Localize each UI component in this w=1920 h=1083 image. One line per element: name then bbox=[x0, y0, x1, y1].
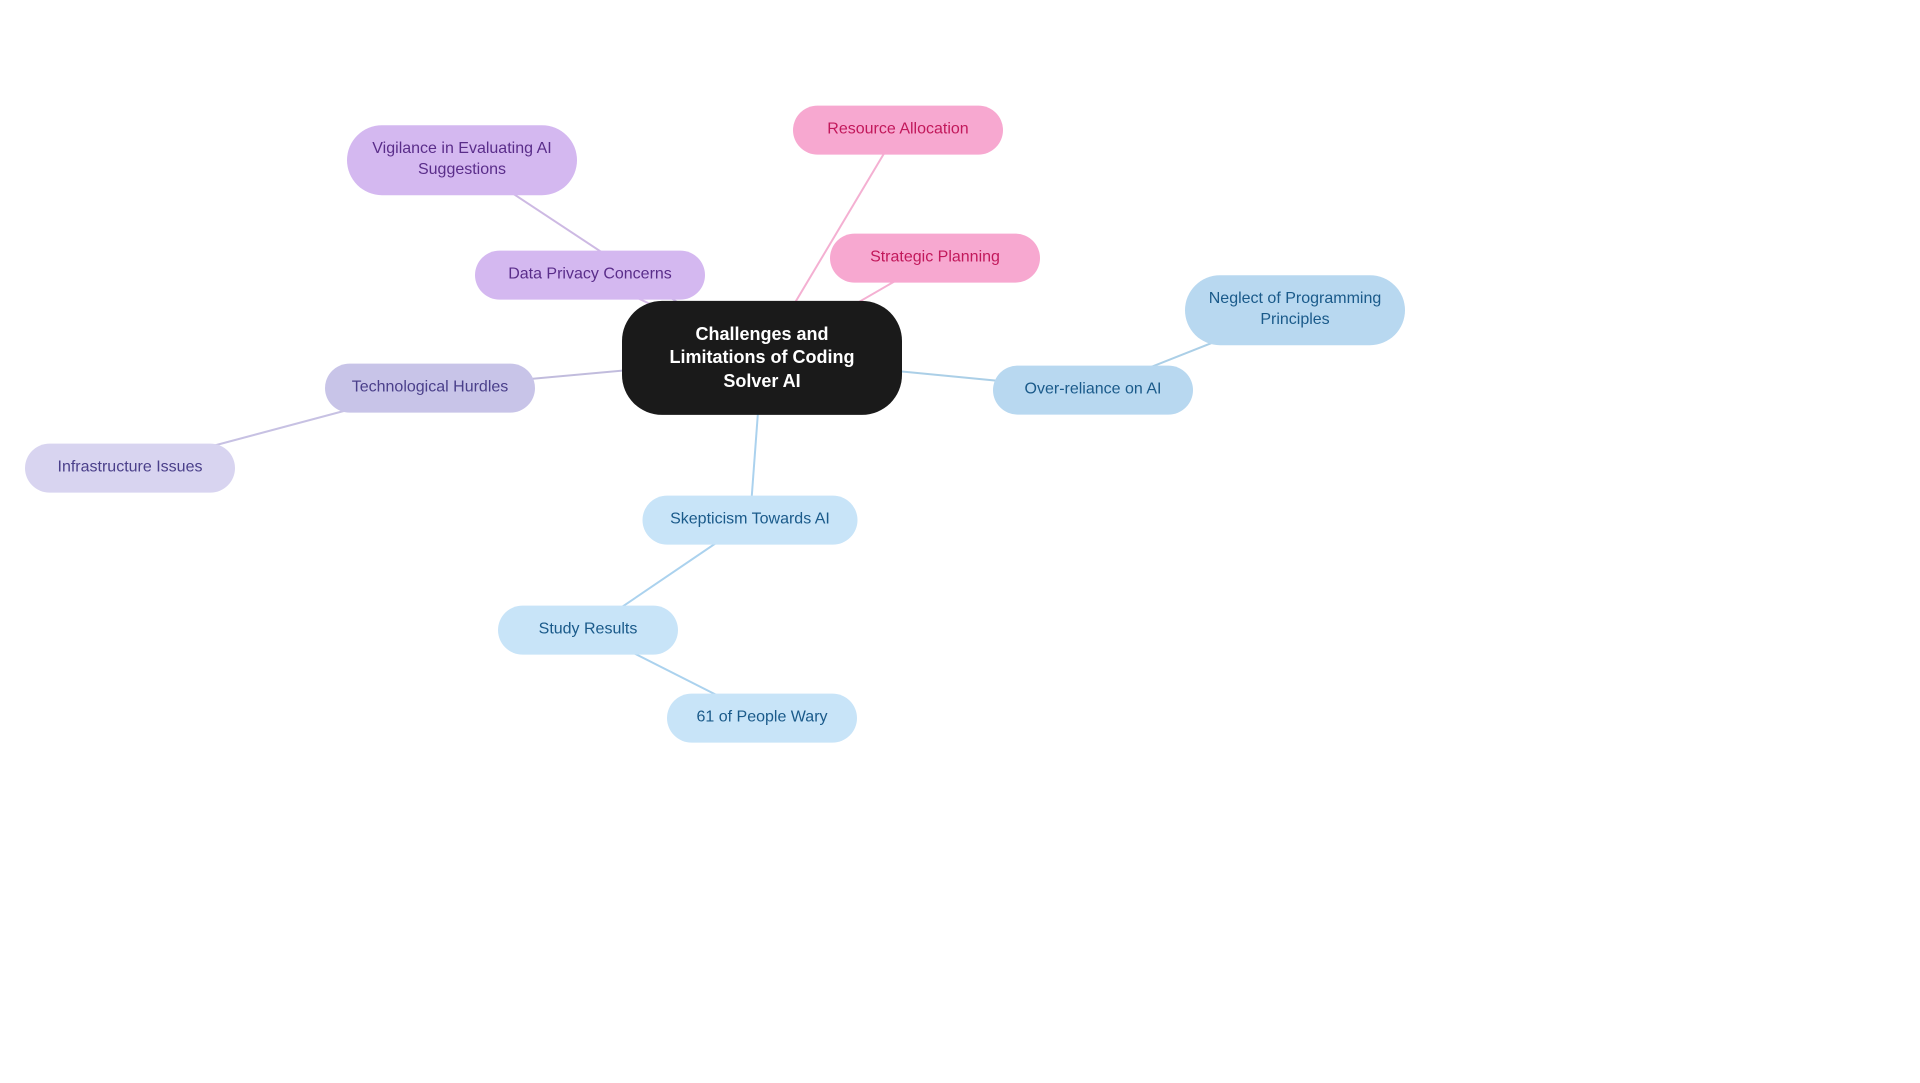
node-people-wary[interactable]: 61 of People Wary bbox=[667, 694, 857, 743]
node-data-privacy[interactable]: Data Privacy Concerns bbox=[475, 251, 705, 300]
node-study-results[interactable]: Study Results bbox=[498, 606, 678, 655]
center-node[interactable]: Challenges and Limitations of Coding Sol… bbox=[622, 301, 902, 415]
node-skepticism[interactable]: Skepticism Towards AI bbox=[643, 496, 858, 545]
node-neglect-programming[interactable]: Neglect of Programming Principles bbox=[1185, 275, 1405, 345]
node-over-reliance[interactable]: Over-reliance on AI bbox=[993, 366, 1193, 415]
node-resource-allocation[interactable]: Resource Allocation bbox=[793, 106, 1003, 155]
node-vigilance[interactable]: Vigilance in Evaluating AI Suggestions bbox=[347, 125, 577, 195]
node-technological-hurdles[interactable]: Technological Hurdles bbox=[325, 364, 535, 413]
node-strategic-planning[interactable]: Strategic Planning bbox=[830, 234, 1040, 283]
node-infrastructure-issues[interactable]: Infrastructure Issues bbox=[25, 444, 235, 493]
